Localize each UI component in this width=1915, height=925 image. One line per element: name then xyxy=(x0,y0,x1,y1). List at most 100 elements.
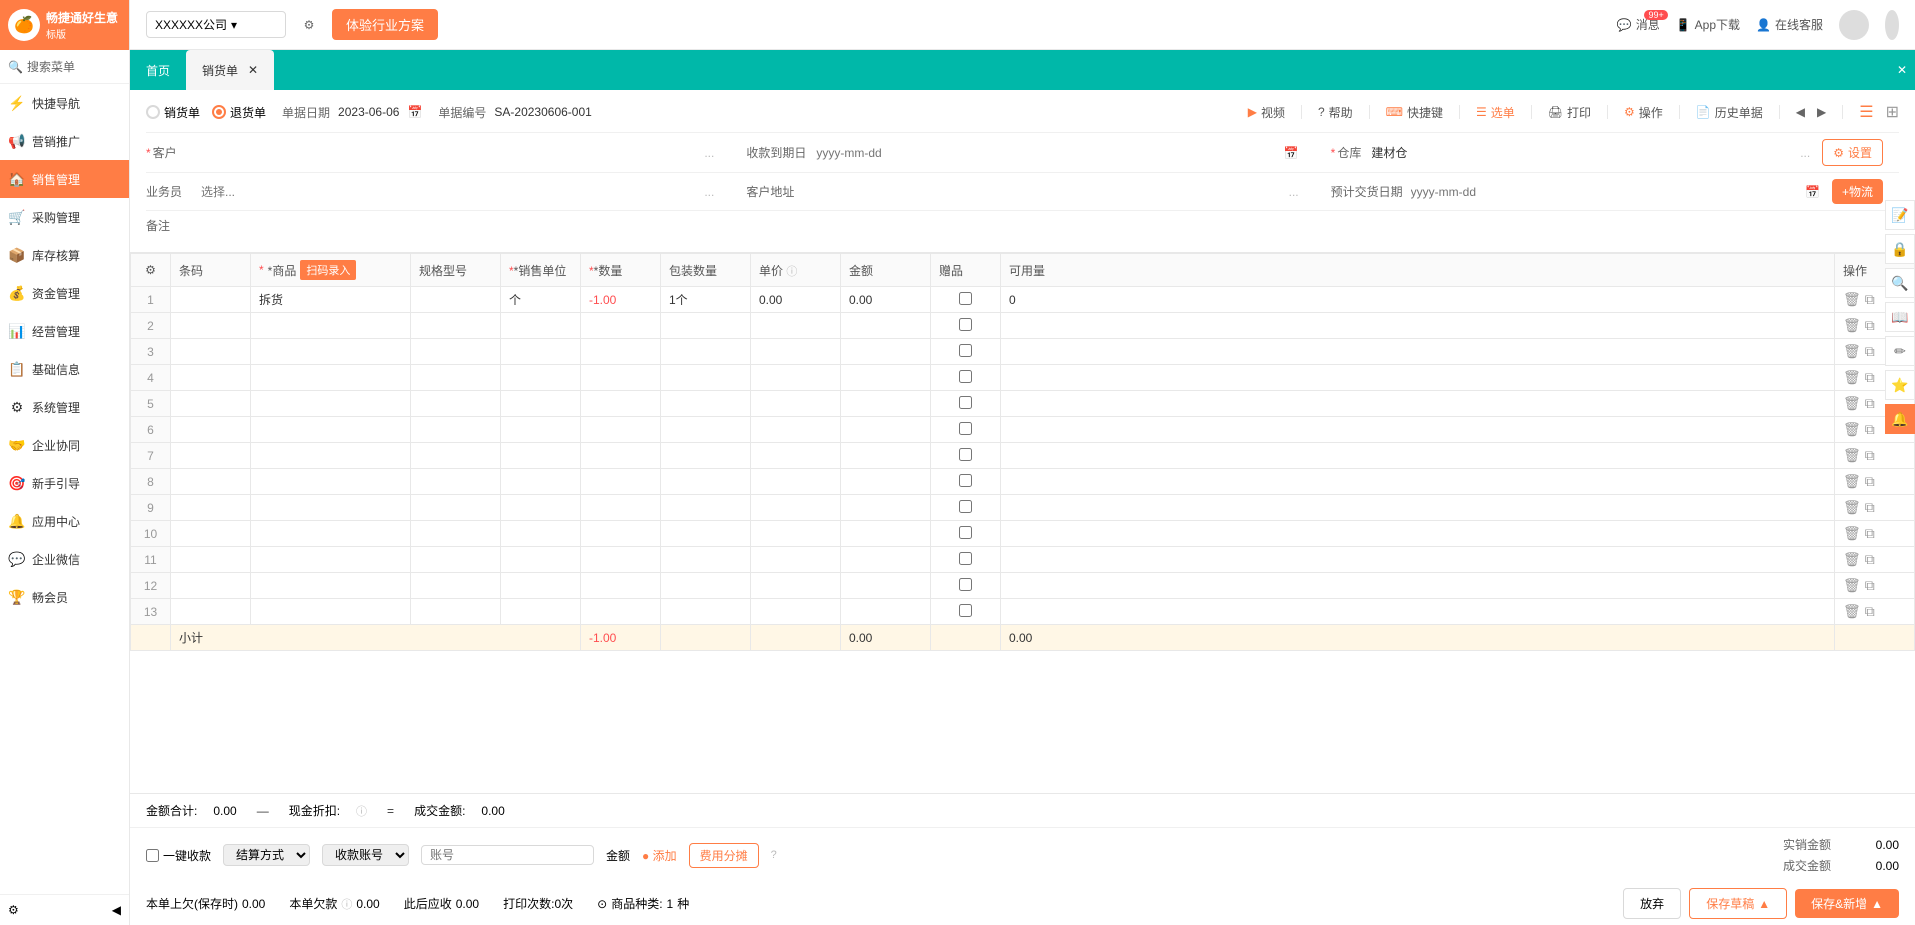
salesperson-input[interactable] xyxy=(201,185,700,199)
company-selector[interactable]: XXXXXX公司 ▾ xyxy=(146,11,286,38)
sidebar-search[interactable]: 🔍 搜索菜单 xyxy=(0,50,129,84)
save-draft-button[interactable]: 保存草稿 ▲ xyxy=(1689,888,1787,919)
flow-button[interactable]: +物流 xyxy=(1832,179,1883,204)
gift-checkbox-1[interactable] xyxy=(959,292,972,305)
delete-row-13[interactable]: 🗑 xyxy=(1843,603,1861,620)
view-toggle-grid[interactable]: ⊞ xyxy=(1886,102,1899,122)
pkg-qty-1[interactable]: 1个 xyxy=(661,287,751,313)
history-button[interactable]: 📄 历史单据 xyxy=(1696,104,1763,121)
delete-row-8[interactable]: 🗑 xyxy=(1843,473,1861,490)
tab-close-icon[interactable]: ✕ xyxy=(248,63,258,77)
settlement-method-select[interactable]: 结算方式 xyxy=(223,844,310,866)
pkg-qty-2[interactable] xyxy=(661,313,751,339)
delete-row-12[interactable]: 🗑 xyxy=(1843,577,1861,594)
sidebar-item-app[interactable]: 🔔 应用中心 xyxy=(0,502,129,540)
calendar-icon[interactable]: 📅 xyxy=(407,105,422,119)
trial-button[interactable]: 体验行业方案 xyxy=(332,9,438,40)
delete-row-11[interactable]: 🗑 xyxy=(1843,551,1861,568)
delivery-calendar-icon[interactable]: 📅 xyxy=(1805,185,1820,199)
barcode-1[interactable] xyxy=(171,287,251,313)
help-button[interactable]: ? 帮助 xyxy=(1318,104,1353,121)
sidebar-item-purchase[interactable]: 🛒 采购管理 xyxy=(0,198,129,236)
discard-button[interactable]: 放弃 xyxy=(1623,888,1681,919)
product-type-radio[interactable]: ⊙ xyxy=(597,897,607,911)
message-button[interactable]: 💬 消息 99+ xyxy=(1617,16,1660,33)
qty-1[interactable]: -1.00 xyxy=(581,287,661,313)
qty-2[interactable] xyxy=(581,313,661,339)
copy-row-4[interactable]: ⧉ xyxy=(1865,369,1875,386)
account-select[interactable]: 收款账号 xyxy=(322,844,409,866)
delete-row-9[interactable]: 🗑 xyxy=(1843,499,1861,516)
delete-row-2[interactable]: 🗑 xyxy=(1843,317,1861,334)
float-pen-button[interactable]: ✏ xyxy=(1885,336,1915,366)
barcode-2[interactable] xyxy=(171,313,251,339)
operation-button[interactable]: ⚙ 操作 xyxy=(1624,104,1663,121)
radio-return-order[interactable]: 退货单 xyxy=(212,104,266,121)
product-2[interactable] xyxy=(251,313,411,339)
view-toggle-list[interactable]: ☰ xyxy=(1859,102,1873,122)
fee-split-button[interactable]: 费用分摊 xyxy=(689,843,759,868)
copy-row-10[interactable]: ⧉ xyxy=(1865,525,1875,542)
spec-2[interactable] xyxy=(411,313,501,339)
float-search-button[interactable]: 🔍 xyxy=(1885,268,1915,298)
copy-row-12[interactable]: ⧉ xyxy=(1865,577,1875,594)
unit-price-2[interactable] xyxy=(751,313,841,339)
prev-icon[interactable]: ◀ xyxy=(1796,105,1805,119)
scan-button[interactable]: 扫码录入 xyxy=(300,260,356,280)
online-service-button[interactable]: 👤 在线客服 xyxy=(1756,16,1823,33)
unit-1[interactable]: 个 xyxy=(501,287,581,313)
copy-row-6[interactable]: ⧉ xyxy=(1865,421,1875,438)
copy-row-3[interactable]: ⧉ xyxy=(1865,343,1875,360)
app-download-button[interactable]: 📱 App下载 xyxy=(1676,16,1740,33)
print-button[interactable]: 🖨 打印 xyxy=(1548,104,1591,121)
sidebar-item-member[interactable]: 🏆 畅会员 xyxy=(0,578,129,616)
delete-row-1[interactable]: 🗑 xyxy=(1843,291,1861,308)
customer-more-icon[interactable]: ... xyxy=(704,146,714,160)
sidebar-item-marketing[interactable]: 📢 营销推广 xyxy=(0,122,129,160)
float-alert-button[interactable]: 🔔 xyxy=(1885,404,1915,434)
add-payment-button[interactable]: ● 添加 xyxy=(642,847,677,864)
copy-row-9[interactable]: ⧉ xyxy=(1865,499,1875,516)
sidebar-item-finance[interactable]: 💰 资金管理 xyxy=(0,274,129,312)
sidebar-item-operations[interactable]: 📊 经营管理 xyxy=(0,312,129,350)
unit-2[interactable] xyxy=(501,313,581,339)
copy-row-7[interactable]: ⧉ xyxy=(1865,447,1875,464)
settings-form-button[interactable]: ⚙ 设置 xyxy=(1822,139,1883,166)
user-avatar[interactable] xyxy=(1839,10,1869,40)
shortcut-button[interactable]: ⌨ 快捷键 xyxy=(1386,104,1443,121)
tab-sales-order[interactable]: 销货单 ✕ xyxy=(186,50,274,90)
copy-row-13[interactable]: ⧉ xyxy=(1865,603,1875,620)
sidebar-item-sales[interactable]: 🏠 销售管理 xyxy=(0,160,129,198)
sidebar-item-inventory[interactable]: 📦 库存核算 xyxy=(0,236,129,274)
delete-row-4[interactable]: 🗑 xyxy=(1843,369,1861,386)
delete-row-6[interactable]: 🗑 xyxy=(1843,421,1861,438)
copy-row-2[interactable]: ⧉ xyxy=(1865,317,1875,334)
warehouse-more-icon[interactable]: ... xyxy=(1800,146,1810,160)
sidebar-item-wechat[interactable]: 💬 企业微信 xyxy=(0,540,129,578)
tab-home[interactable]: 首页 xyxy=(130,50,186,90)
sidebar-item-guide[interactable]: 🎯 新手引导 xyxy=(0,464,129,502)
collapse-icon[interactable]: ◀ xyxy=(112,903,121,917)
sidebar-item-basics[interactable]: 📋 基础信息 xyxy=(0,350,129,388)
float-lock-button[interactable]: 🔒 xyxy=(1885,234,1915,264)
topbar-settings-button[interactable]: ⚙ xyxy=(294,10,324,40)
filter-button[interactable]: ☰ 选单 xyxy=(1476,104,1515,121)
user-avatar2[interactable] xyxy=(1885,10,1899,40)
float-edit-button[interactable]: 📝 xyxy=(1885,200,1915,230)
remarks-input[interactable] xyxy=(201,219,1883,233)
delete-row-10[interactable]: 🗑 xyxy=(1843,525,1861,542)
copy-row-11[interactable]: ⧉ xyxy=(1865,551,1875,568)
save-new-button[interactable]: 保存&新增 ▲ xyxy=(1795,889,1899,918)
product-1[interactable]: 拆货 xyxy=(251,287,411,313)
payment-due-input[interactable] xyxy=(816,146,1283,160)
copy-row-5[interactable]: ⧉ xyxy=(1865,395,1875,412)
sidebar-item-collab[interactable]: 🤝 企业协同 xyxy=(0,426,129,464)
payment-calendar-icon[interactable]: 📅 xyxy=(1284,146,1299,160)
one-click-payment-input[interactable] xyxy=(146,849,159,862)
addr-more-icon[interactable]: ... xyxy=(1289,185,1299,199)
close-window-button[interactable]: ✕ xyxy=(1897,63,1907,77)
unit-price-1[interactable]: 0.00 xyxy=(751,287,841,313)
account-placeholder-input[interactable] xyxy=(421,845,594,865)
amount-2[interactable] xyxy=(841,313,931,339)
copy-row-1[interactable]: ⧉ xyxy=(1865,291,1875,308)
